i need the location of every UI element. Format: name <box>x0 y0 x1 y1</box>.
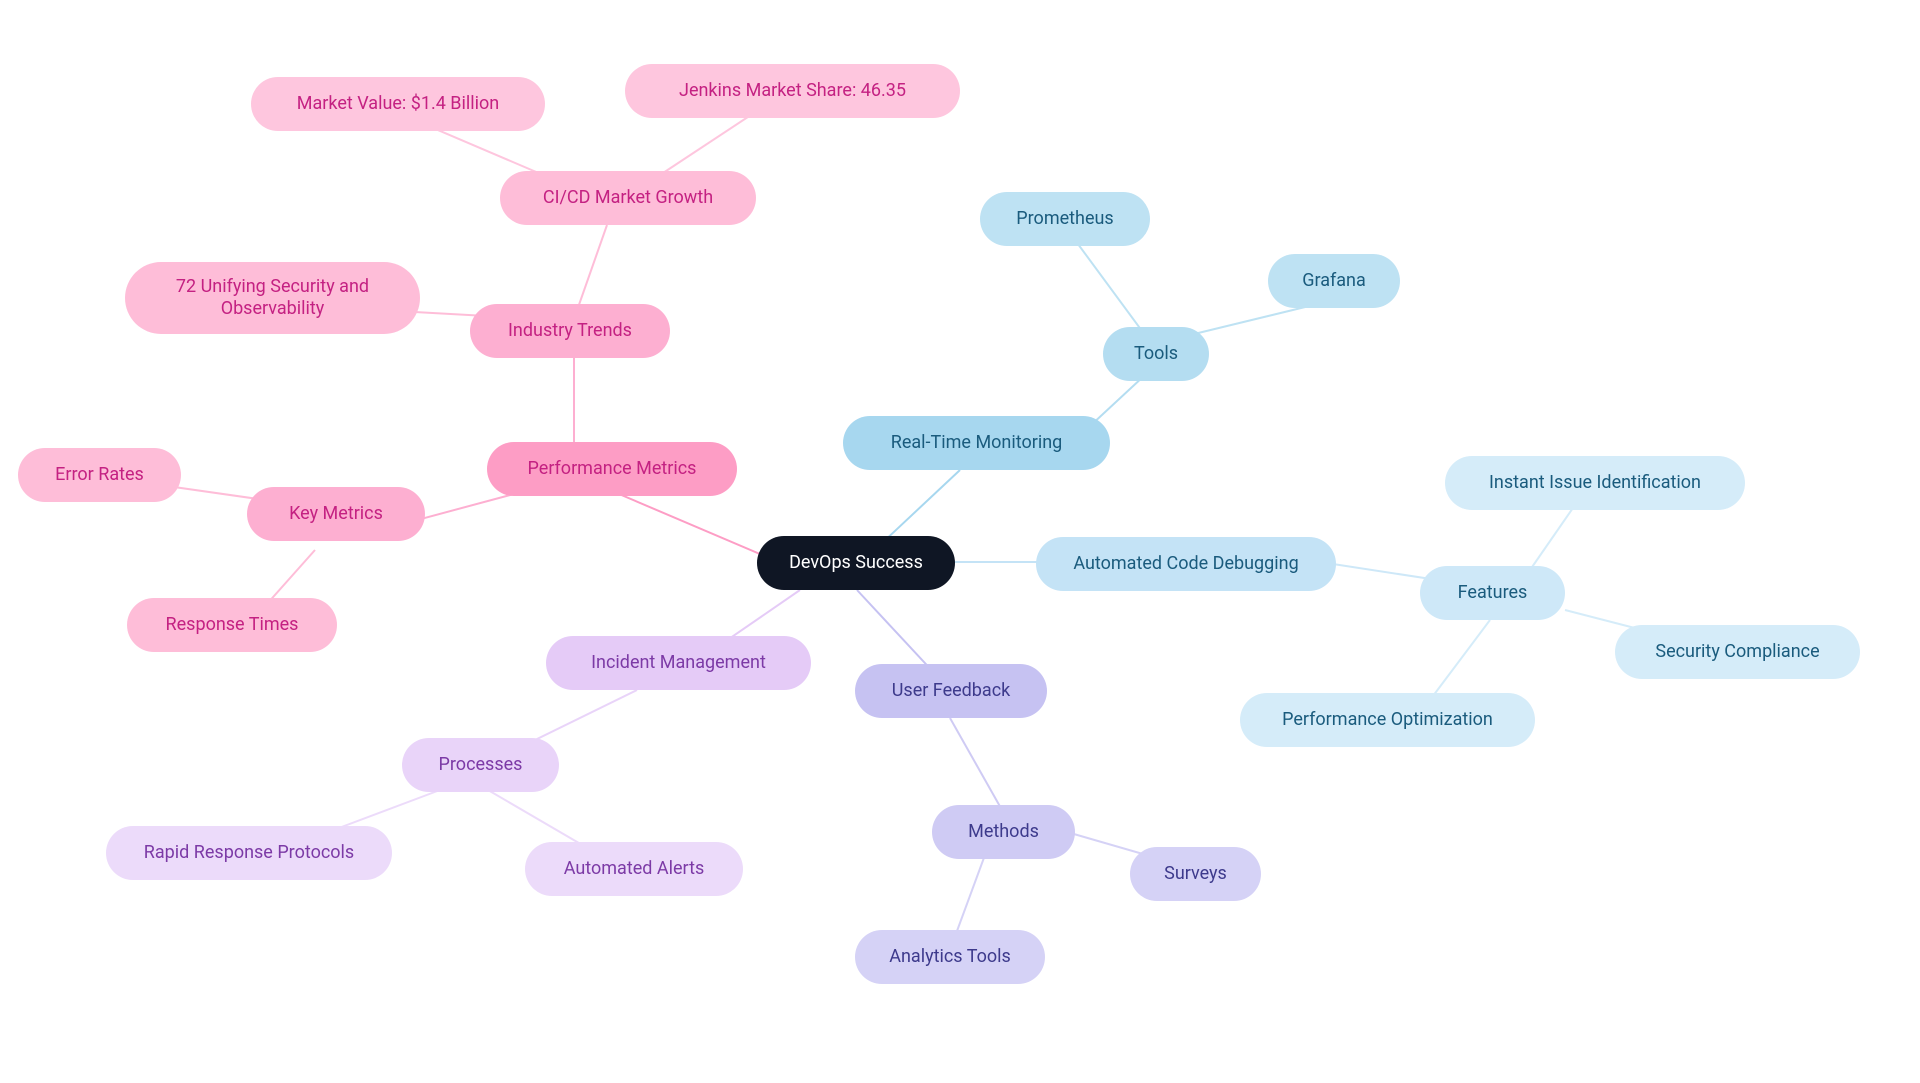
node-market-value[interactable]: Market Value: $1.4 Billion <box>251 77 545 131</box>
node-features[interactable]: Features <box>1420 566 1565 620</box>
root-label: DevOps Success <box>789 552 923 575</box>
node-label: Grafana <box>1302 270 1366 293</box>
node-error-rates[interactable]: Error Rates <box>18 448 181 502</box>
root-node[interactable]: DevOps Success <box>757 536 955 590</box>
node-performance-metrics[interactable]: Performance Metrics <box>487 442 737 496</box>
node-label: Methods <box>968 821 1039 844</box>
node-automated-code-debugging[interactable]: Automated Code Debugging <box>1036 537 1336 591</box>
node-label: Jenkins Market Share: 46.35 <box>679 80 906 103</box>
node-label: Market Value: $1.4 Billion <box>297 93 499 116</box>
node-incident-management[interactable]: Incident Management <box>546 636 811 690</box>
mindmap-canvas: DevOps Success Real-Time Monitoring Tool… <box>0 0 1920 1083</box>
node-real-time-monitoring[interactable]: Real-Time Monitoring <box>843 416 1110 470</box>
node-label: Rapid Response Protocols <box>144 842 354 865</box>
node-jenkins-market-share[interactable]: Jenkins Market Share: 46.35 <box>625 64 960 118</box>
node-key-metrics[interactable]: Key Metrics <box>247 487 425 541</box>
node-label: Performance Metrics <box>528 458 697 481</box>
node-response-times[interactable]: Response Times <box>127 598 337 652</box>
node-rapid-response-protocols[interactable]: Rapid Response Protocols <box>106 826 392 880</box>
node-label: Performance Optimization <box>1282 709 1493 732</box>
node-label: Surveys <box>1164 863 1227 886</box>
node-label: Tools <box>1134 343 1178 366</box>
node-label: Security Compliance <box>1655 641 1819 664</box>
edge-layer <box>0 0 1920 1083</box>
node-label: User Feedback <box>892 680 1011 703</box>
node-label: Automated Code Debugging <box>1073 553 1298 576</box>
node-security-compliance[interactable]: Security Compliance <box>1615 625 1860 679</box>
node-label: Key Metrics <box>289 503 383 526</box>
node-label: Response Times <box>166 614 299 637</box>
node-user-feedback[interactable]: User Feedback <box>855 664 1047 718</box>
node-instant-issue-identification[interactable]: Instant Issue Identification <box>1445 456 1745 510</box>
node-label: CI/CD Market Growth <box>543 187 713 210</box>
node-performance-optimization[interactable]: Performance Optimization <box>1240 693 1535 747</box>
node-methods[interactable]: Methods <box>932 805 1075 859</box>
node-analytics-tools[interactable]: Analytics Tools <box>855 930 1045 984</box>
node-label: 72 Unifying Security and Observability <box>176 276 369 321</box>
node-label: Incident Management <box>591 652 766 675</box>
node-label: Prometheus <box>1016 208 1113 231</box>
node-surveys[interactable]: Surveys <box>1130 847 1261 901</box>
node-label: Error Rates <box>55 464 144 487</box>
node-label: Real-Time Monitoring <box>891 432 1063 455</box>
node-automated-alerts[interactable]: Automated Alerts <box>525 842 743 896</box>
node-processes[interactable]: Processes <box>402 738 559 792</box>
node-label: Analytics Tools <box>889 946 1011 969</box>
node-grafana[interactable]: Grafana <box>1268 254 1400 308</box>
node-unifying-security[interactable]: 72 Unifying Security and Observability <box>125 262 420 334</box>
node-label: Features <box>1458 582 1528 605</box>
node-label: Instant Issue Identification <box>1489 472 1701 495</box>
node-label: Industry Trends <box>508 320 632 343</box>
node-tools[interactable]: Tools <box>1103 327 1209 381</box>
node-label: Automated Alerts <box>564 858 705 881</box>
node-cicd-market-growth[interactable]: CI/CD Market Growth <box>500 171 756 225</box>
node-prometheus[interactable]: Prometheus <box>980 192 1150 246</box>
node-label: Processes <box>439 754 523 777</box>
node-industry-trends[interactable]: Industry Trends <box>470 304 670 358</box>
